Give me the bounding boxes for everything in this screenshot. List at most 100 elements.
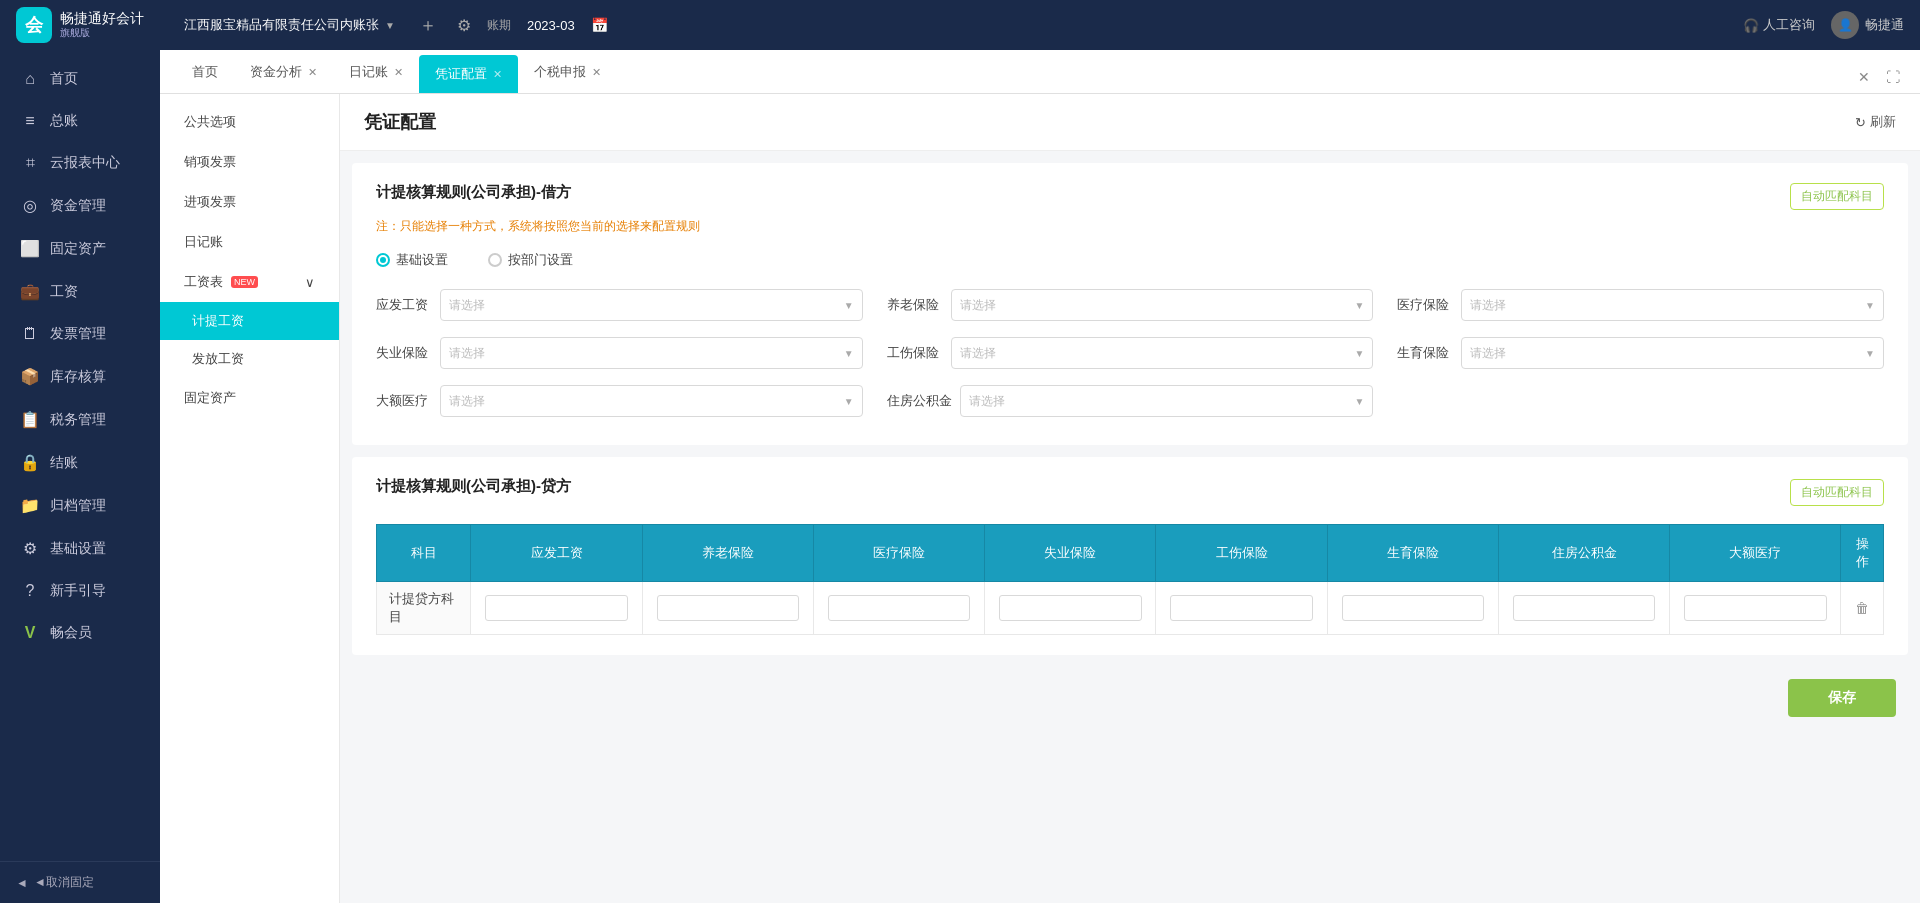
credit-auto-match-button[interactable]: 自动匹配科目 (1790, 479, 1884, 506)
calendar-icon[interactable]: 📅 (591, 17, 608, 33)
sidebar-item-assets[interactable]: ⬜ 固定资产 (0, 227, 160, 270)
cell-unemployment (985, 582, 1156, 635)
input-unemployment[interactable] (999, 595, 1141, 621)
nav-purchase[interactable]: 进项发票 (160, 182, 339, 222)
tab-journal[interactable]: 日记账 ✕ (333, 53, 419, 93)
save-button[interactable]: 保存 (1788, 679, 1896, 717)
new-badge: NEW (231, 276, 258, 288)
nav-public[interactable]: 公共选项 (160, 102, 339, 142)
select-pension-placeholder: 请选择 (960, 297, 996, 314)
col-subject: 科目 (377, 525, 471, 582)
archive-icon: 📁 (20, 496, 40, 515)
sidebar-item-tax[interactable]: 📋 税务管理 (0, 398, 160, 441)
label-unemployment: 失业保险 (376, 344, 432, 362)
support-button[interactable]: 🎧 人工咨询 (1743, 16, 1815, 34)
sidebar-label-closing: 结账 (50, 454, 78, 472)
input-housing[interactable] (1513, 595, 1655, 621)
radio-department[interactable]: 按部门设置 (488, 251, 573, 269)
select-housing[interactable]: 请选择 ▼ (960, 385, 1374, 417)
select-pension[interactable]: 请选择 ▼ (951, 289, 1374, 321)
nav-journal[interactable]: 日记账 (160, 222, 339, 262)
sidebar-item-guide[interactable]: ? 新手引导 (0, 570, 160, 612)
sidebar-item-invoice[interactable]: 🗒 发票管理 (0, 313, 160, 355)
select-salary[interactable]: 请选择 ▼ (440, 289, 863, 321)
select-medical[interactable]: 请选择 ▼ (1461, 289, 1884, 321)
user-info[interactable]: 👤 畅捷通 (1831, 11, 1904, 39)
sidebar-item-salary[interactable]: 💼 工资 (0, 270, 160, 313)
nav-sales[interactable]: 销项发票 (160, 142, 339, 182)
select-injury[interactable]: 请选择 ▼ (951, 337, 1374, 369)
sidebar-item-closing[interactable]: 🔒 结账 (0, 441, 160, 484)
input-medical[interactable] (828, 595, 970, 621)
close-tab-icon[interactable]: ✕ (1854, 65, 1874, 89)
sidebar-item-ledger[interactable]: ≡ 总账 (0, 100, 160, 142)
debit-note: 注：只能选择一种方式，系统将按照您当前的选择来配置规则 (376, 218, 1884, 235)
input-maternity[interactable] (1342, 595, 1484, 621)
sidebar-item-basic[interactable]: ⚙ 基础设置 (0, 527, 160, 570)
nav-accrual[interactable]: 计提工资 (160, 302, 339, 340)
col-salary: 应发工资 (471, 525, 642, 582)
top-bar: 会 畅捷通好会计 旗舰版 江西服宝精品有限责任公司内账张 ▼ ＋ ⚙ 账期 20… (0, 0, 1920, 50)
input-large-medical[interactable] (1684, 595, 1826, 621)
tab-fund[interactable]: 资金分析 ✕ (234, 53, 333, 93)
refresh-button[interactable]: ↻ 刷新 (1855, 113, 1896, 131)
sidebar-item-vip[interactable]: V 畅会员 (0, 612, 160, 654)
logo-text-group: 畅捷通好会计 旗舰版 (60, 10, 144, 41)
cell-injury (1156, 582, 1327, 635)
sidebar-item-archive[interactable]: 📁 归档管理 (0, 484, 160, 527)
home-icon: ⌂ (20, 70, 40, 88)
nav-distribute[interactable]: 发放工资 (160, 340, 339, 378)
tab-journal-close[interactable]: ✕ (394, 66, 403, 79)
col-pension: 养老保险 (642, 525, 813, 582)
delete-row-button[interactable]: 🗑 (1855, 600, 1869, 616)
row-label-credit: 计提贷方科目 (377, 582, 471, 635)
select-unemployment-placeholder: 请选择 (449, 345, 485, 362)
tab-home[interactable]: 首页 (176, 53, 234, 93)
headset-icon: 🎧 (1743, 18, 1759, 33)
tab-fund-close[interactable]: ✕ (308, 66, 317, 79)
sidebar-item-home[interactable]: ⌂ 首页 (0, 58, 160, 100)
cell-large-medical (1670, 582, 1841, 635)
nav-salary-table-group[interactable]: 工资表 NEW ∨ (160, 262, 339, 302)
sidebar-item-reports[interactable]: ⌗ 云报表中心 (0, 142, 160, 184)
input-pension[interactable] (657, 595, 799, 621)
input-injury[interactable] (1170, 595, 1312, 621)
settings-icon[interactable]: ⚙ (457, 16, 471, 35)
sidebar-label-vip: 畅会员 (50, 624, 92, 642)
tab-voucher[interactable]: 凭证配置 ✕ (419, 55, 518, 93)
company-selector[interactable]: 江西服宝精品有限责任公司内账张 ▼ (176, 12, 403, 38)
sidebar-label-guide: 新手引导 (50, 582, 106, 600)
credit-section-title: 计提核算规则(公司承担)-贷方 (376, 477, 571, 496)
debit-section: 计提核算规则(公司承担)-借方 自动匹配科目 注：只能选择一种方式，系统将按照您… (352, 163, 1908, 445)
select-salary-arrow: ▼ (844, 300, 854, 311)
select-maternity-placeholder: 请选择 (1470, 345, 1506, 362)
tab-tax[interactable]: 个税申报 ✕ (518, 53, 617, 93)
debit-auto-match-button[interactable]: 自动匹配科目 (1790, 183, 1884, 210)
select-injury-arrow: ▼ (1354, 348, 1364, 359)
vip-icon: V (20, 624, 40, 642)
sidebar-item-funds[interactable]: ◎ 资金管理 (0, 184, 160, 227)
salary-icon: 💼 (20, 282, 40, 301)
col-unemployment: 失业保险 (985, 525, 1156, 582)
support-label: 人工咨询 (1763, 16, 1815, 34)
select-unemployment[interactable]: 请选择 ▼ (440, 337, 863, 369)
expand-tab-icon[interactable]: ⛶ (1882, 65, 1904, 89)
label-housing: 住房公积金 (887, 392, 952, 410)
select-housing-placeholder: 请选择 (969, 393, 1005, 410)
add-button[interactable]: ＋ (415, 13, 441, 37)
funds-icon: ◎ (20, 196, 40, 215)
tab-tax-close[interactable]: ✕ (592, 66, 601, 79)
input-salary[interactable] (485, 595, 627, 621)
select-salary-placeholder: 请选择 (449, 297, 485, 314)
select-medical-large[interactable]: 请选择 ▼ (440, 385, 863, 417)
nav-fixed-assets[interactable]: 固定资产 (160, 378, 339, 418)
radio-basic[interactable]: 基础设置 (376, 251, 448, 269)
select-maternity[interactable]: 请选择 ▼ (1461, 337, 1884, 369)
col-large-medical: 大额医疗 (1670, 525, 1841, 582)
company-name: 江西服宝精品有限责任公司内账张 (184, 16, 379, 34)
cancel-pin-button[interactable]: ◄ ◄取消固定 (0, 861, 160, 903)
sidebar-item-inventory[interactable]: 📦 库存核算 (0, 355, 160, 398)
invoice-icon: 🗒 (20, 325, 40, 343)
tab-voucher-close[interactable]: ✕ (493, 68, 502, 81)
radio-dept-label: 按部门设置 (508, 251, 573, 269)
